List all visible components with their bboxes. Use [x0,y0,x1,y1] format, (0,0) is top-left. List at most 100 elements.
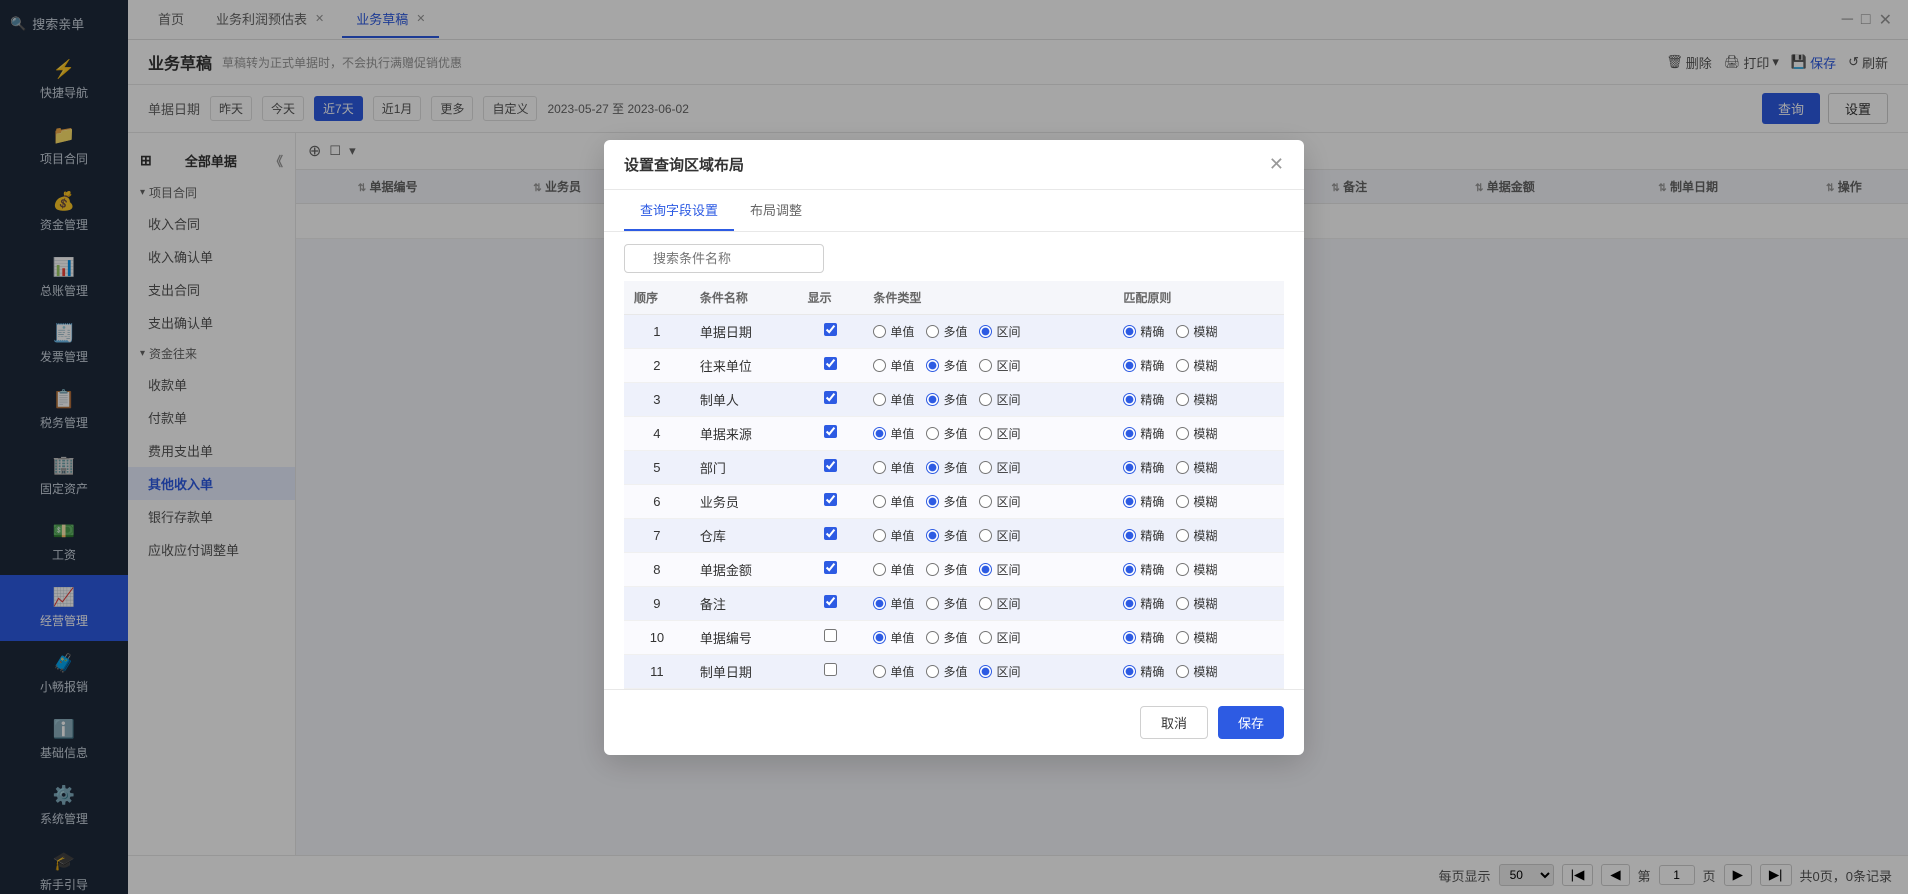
condition-type-option[interactable]: 多值 [926,663,967,680]
col-match: 匹配原则 [1113,281,1284,315]
condition-type-option[interactable]: 单值 [873,561,914,578]
condition-type-option[interactable]: 单值 [873,357,914,374]
condition-type-option[interactable]: 区间 [979,323,1020,340]
show-checkbox[interactable] [824,561,837,574]
show-checkbox[interactable] [824,527,837,540]
search-wrap: 🔍 [624,244,824,273]
show-checkbox[interactable] [824,357,837,370]
condition-type-option[interactable]: 区间 [979,459,1020,476]
condition-type-option[interactable]: 区间 [979,527,1020,544]
match-option[interactable]: 模糊 [1176,425,1217,442]
modal-table-row: 11制单日期单值多值区间精确模糊 [624,654,1284,688]
match-option[interactable]: 模糊 [1176,357,1217,374]
cancel-button[interactable]: 取消 [1140,706,1208,739]
condition-type-option[interactable]: 单值 [873,493,914,510]
match-option[interactable]: 精确 [1123,425,1164,442]
condition-type-option[interactable]: 区间 [979,391,1020,408]
cell-match: 精确模糊 [1113,552,1284,586]
condition-type-option[interactable]: 区间 [979,493,1020,510]
match-option[interactable]: 模糊 [1176,561,1217,578]
cell-condition-name: 部门 [690,450,798,484]
match-option[interactable]: 精确 [1123,663,1164,680]
match-option[interactable]: 精确 [1123,357,1164,374]
modal-tabs: 查询字段设置 布局调整 [604,190,1304,232]
cell-order: 11 [624,654,690,688]
condition-type-option[interactable]: 单值 [873,527,914,544]
match-option[interactable]: 精确 [1123,323,1164,340]
cell-order: 9 [624,586,690,620]
condition-type-option[interactable]: 多值 [926,323,967,340]
cell-match: 精确模糊 [1113,654,1284,688]
cell-show [798,348,864,382]
show-checkbox[interactable] [824,493,837,506]
condition-type-option[interactable]: 多值 [926,493,967,510]
condition-type-option[interactable]: 单值 [873,629,914,646]
condition-type-option[interactable]: 单值 [873,425,914,442]
modal-search-bar: 🔍 [604,232,1304,281]
condition-type-option[interactable]: 多值 [926,425,967,442]
modal-tab-fields[interactable]: 查询字段设置 [624,190,734,231]
match-option[interactable]: 精确 [1123,391,1164,408]
condition-type-option[interactable]: 单值 [873,459,914,476]
show-checkbox[interactable] [824,629,837,642]
condition-type-option[interactable]: 区间 [979,425,1020,442]
condition-type-option[interactable]: 多值 [926,595,967,612]
match-option[interactable]: 精确 [1123,629,1164,646]
match-option[interactable]: 模糊 [1176,629,1217,646]
condition-type-option[interactable]: 区间 [979,663,1020,680]
match-option[interactable]: 精确 [1123,527,1164,544]
condition-type-option[interactable]: 单值 [873,663,914,680]
modal-tab-layout[interactable]: 布局调整 [734,190,818,231]
match-option[interactable]: 模糊 [1176,459,1217,476]
show-checkbox[interactable] [824,459,837,472]
condition-type-option[interactable]: 多值 [926,527,967,544]
col-order: 顺序 [624,281,690,315]
condition-type-option[interactable]: 区间 [979,357,1020,374]
cell-condition-type: 单值多值区间 [863,552,1113,586]
condition-type-option[interactable]: 区间 [979,629,1020,646]
condition-type-option[interactable]: 单值 [873,391,914,408]
condition-type-option[interactable]: 区间 [979,561,1020,578]
condition-type-option[interactable]: 单值 [873,595,914,612]
show-checkbox[interactable] [824,663,837,676]
condition-type-option[interactable]: 多值 [926,357,967,374]
match-option[interactable]: 模糊 [1176,663,1217,680]
cell-order: 6 [624,484,690,518]
modal-search-input[interactable] [624,244,824,273]
match-option[interactable]: 模糊 [1176,595,1217,612]
cell-condition-type: 单值多值区间 [863,484,1113,518]
condition-type-option[interactable]: 区间 [979,595,1020,612]
match-option[interactable]: 模糊 [1176,493,1217,510]
match-option[interactable]: 精确 [1123,493,1164,510]
modal-table-row: 6业务员单值多值区间精确模糊 [624,484,1284,518]
match-option[interactable]: 精确 [1123,595,1164,612]
cell-condition-type: 单值多值区间 [863,654,1113,688]
cell-show [798,450,864,484]
condition-type-option[interactable]: 单值 [873,323,914,340]
modal-close-button[interactable]: ✕ [1269,155,1284,173]
show-checkbox[interactable] [824,425,837,438]
show-checkbox[interactable] [824,391,837,404]
match-option[interactable]: 模糊 [1176,323,1217,340]
modal-table-row: 2往来单位单值多值区间精确模糊 [624,348,1284,382]
match-option[interactable]: 模糊 [1176,527,1217,544]
match-option[interactable]: 模糊 [1176,391,1217,408]
cell-order: 8 [624,552,690,586]
condition-type-option[interactable]: 多值 [926,391,967,408]
modal-save-button[interactable]: 保存 [1218,706,1284,739]
condition-type-option[interactable]: 多值 [926,629,967,646]
cell-condition-type: 单值多值区间 [863,518,1113,552]
condition-type-option[interactable]: 多值 [926,561,967,578]
match-option[interactable]: 精确 [1123,561,1164,578]
show-checkbox[interactable] [824,595,837,608]
cell-condition-name: 仓库 [690,518,798,552]
cell-match: 精确模糊 [1113,484,1284,518]
show-checkbox[interactable] [824,323,837,336]
cell-condition-type: 单值多值区间 [863,620,1113,654]
cell-condition-type: 单值多值区间 [863,314,1113,348]
modal-dialog: 设置查询区域布局 ✕ 查询字段设置 布局调整 🔍 顺序 条件名称 [604,140,1304,755]
modal-table-wrap: 顺序 条件名称 显示 条件类型 匹配原则 1单据日期单值多值区间精确模糊2往来单… [604,281,1304,689]
modal-table: 顺序 条件名称 显示 条件类型 匹配原则 1单据日期单值多值区间精确模糊2往来单… [624,281,1284,689]
match-option[interactable]: 精确 [1123,459,1164,476]
condition-type-option[interactable]: 多值 [926,459,967,476]
